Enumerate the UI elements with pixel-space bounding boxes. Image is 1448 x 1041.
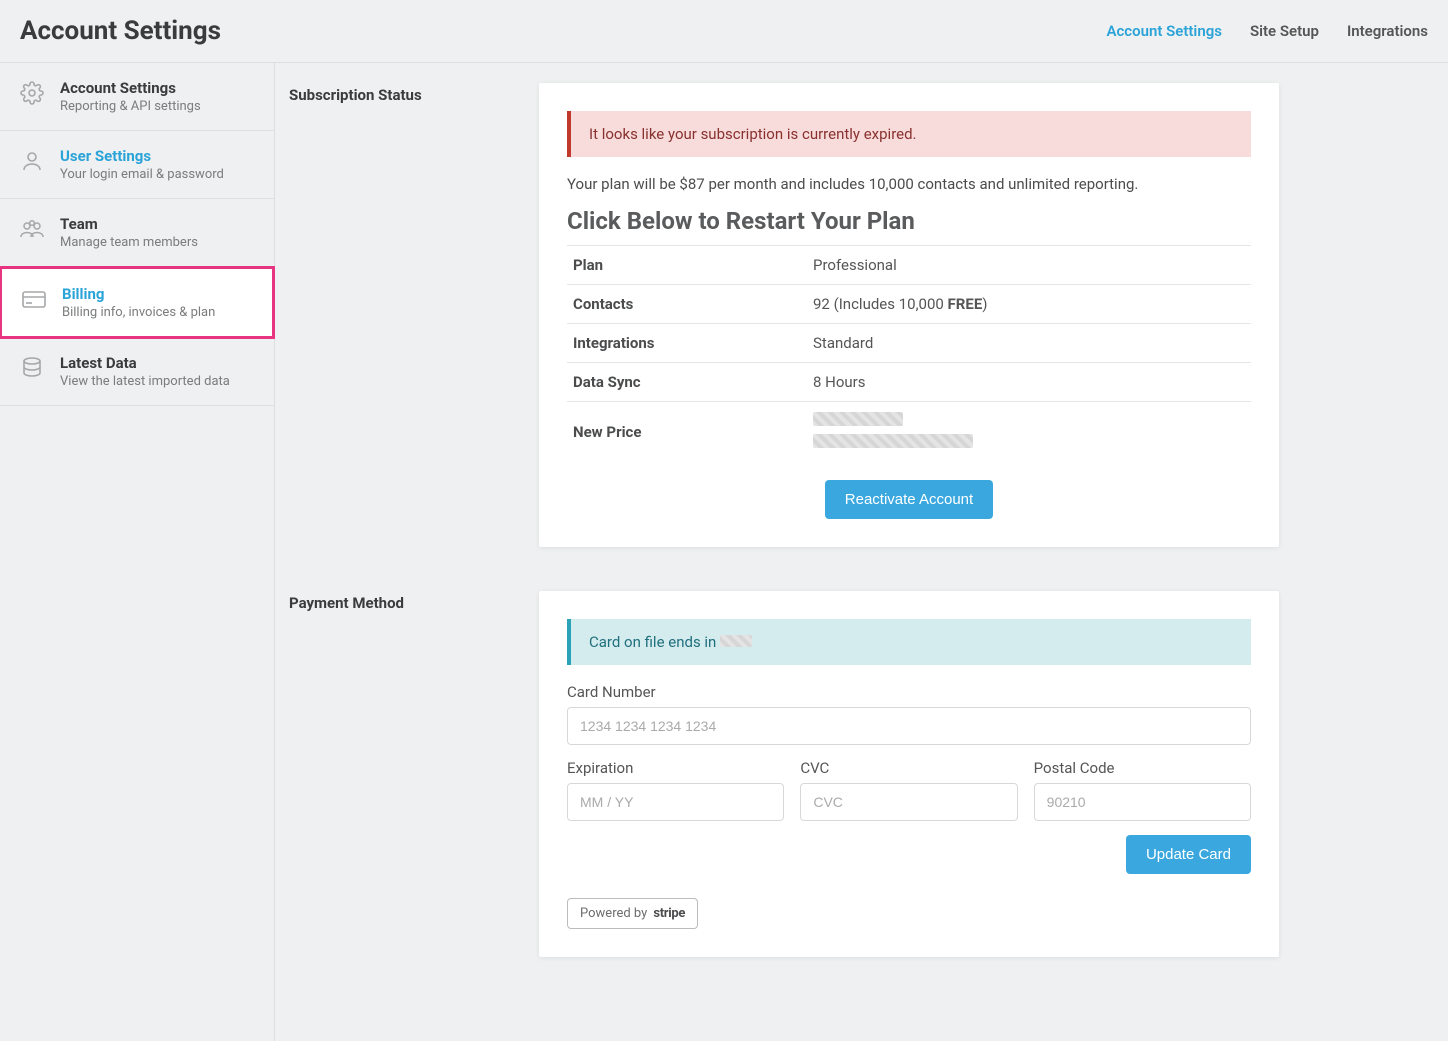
plan-description: Your plan will be $87 per month and incl… xyxy=(567,175,1251,193)
credit-card-icon xyxy=(20,285,48,313)
header-nav: Account Settings Site Setup Integrations xyxy=(1106,22,1428,40)
restart-heading: Click Below to Restart Your Plan xyxy=(567,207,1251,235)
subscription-section: Subscription Status It looks like your s… xyxy=(289,83,1448,547)
card-number-label: Card Number xyxy=(567,683,1251,701)
expired-alert: It looks like your subscription is curre… xyxy=(567,111,1251,157)
subscription-section-label: Subscription Status xyxy=(289,83,539,547)
table-row: New Price xyxy=(567,402,1251,463)
sidebar-item-team[interactable]: Team Manage team members xyxy=(0,199,274,267)
sidebar-item-label: User Settings xyxy=(60,147,224,165)
postal-code-label: Postal Code xyxy=(1034,759,1251,777)
payment-card: Card on file ends in Card Number Expirat… xyxy=(539,591,1279,957)
gear-icon xyxy=(18,79,46,107)
sidebar-item-billing[interactable]: Billing Billing info, invoices & plan xyxy=(0,266,275,339)
contacts-value: 92 (Includes 10,000 FREE) xyxy=(807,285,1251,324)
contacts-key: Contacts xyxy=(567,285,807,324)
nav-account-settings[interactable]: Account Settings xyxy=(1106,22,1222,40)
table-row: Contacts 92 (Includes 10,000 FREE) xyxy=(567,285,1251,324)
cvc-input[interactable] xyxy=(800,783,1017,821)
sidebar: Account Settings Reporting & API setting… xyxy=(0,63,275,1041)
subscription-card: It looks like your subscription is curre… xyxy=(539,83,1279,547)
sidebar-item-sub: Manage team members xyxy=(60,235,198,250)
stripe-badge: Powered by stripe xyxy=(567,898,698,929)
nav-integrations[interactable]: Integrations xyxy=(1347,22,1428,40)
sidebar-item-label: Team xyxy=(60,215,198,233)
integrations-key: Integrations xyxy=(567,324,807,363)
sidebar-item-label: Account Settings xyxy=(60,79,201,97)
expiration-label: Expiration xyxy=(567,759,784,777)
user-icon xyxy=(18,147,46,175)
table-row: Plan Professional xyxy=(567,246,1251,285)
sidebar-item-user-settings[interactable]: User Settings Your login email & passwor… xyxy=(0,131,274,199)
database-icon xyxy=(18,354,46,382)
integrations-value: Standard xyxy=(807,324,1251,363)
plan-key: Plan xyxy=(567,246,807,285)
price-key: New Price xyxy=(567,402,807,463)
price-value xyxy=(807,402,1251,463)
sync-value: 8 Hours xyxy=(807,363,1251,402)
nav-site-setup[interactable]: Site Setup xyxy=(1250,22,1319,40)
team-icon xyxy=(18,215,46,243)
expiration-input[interactable] xyxy=(567,783,784,821)
card-on-file-alert: Card on file ends in xyxy=(567,619,1251,665)
header: Account Settings Account Settings Site S… xyxy=(0,0,1448,63)
sidebar-item-account-settings[interactable]: Account Settings Reporting & API setting… xyxy=(0,63,274,131)
sidebar-item-label: Billing xyxy=(62,285,215,303)
plan-value: Professional xyxy=(807,246,1251,285)
page-title: Account Settings xyxy=(20,16,221,46)
update-card-button[interactable]: Update Card xyxy=(1126,835,1251,874)
payment-section: Payment Method Card on file ends in Card… xyxy=(289,591,1448,957)
postal-code-input[interactable] xyxy=(1034,783,1251,821)
main-content: Subscription Status It looks like your s… xyxy=(275,63,1448,1041)
sidebar-item-latest-data[interactable]: Latest Data View the latest imported dat… xyxy=(0,338,274,406)
plan-table: Plan Professional Contacts 92 (Includes … xyxy=(567,245,1251,462)
sidebar-item-label: Latest Data xyxy=(60,354,230,372)
sidebar-item-sub: Billing info, invoices & plan xyxy=(62,305,215,320)
reactivate-button[interactable]: Reactivate Account xyxy=(825,480,993,519)
payment-section-label: Payment Method xyxy=(289,591,539,957)
card-number-input[interactable] xyxy=(567,707,1251,745)
table-row: Data Sync 8 Hours xyxy=(567,363,1251,402)
sync-key: Data Sync xyxy=(567,363,807,402)
cvc-label: CVC xyxy=(800,759,1017,777)
sidebar-item-sub: Your login email & password xyxy=(60,167,224,182)
sidebar-item-sub: View the latest imported data xyxy=(60,374,230,389)
table-row: Integrations Standard xyxy=(567,324,1251,363)
sidebar-item-sub: Reporting & API settings xyxy=(60,99,201,114)
